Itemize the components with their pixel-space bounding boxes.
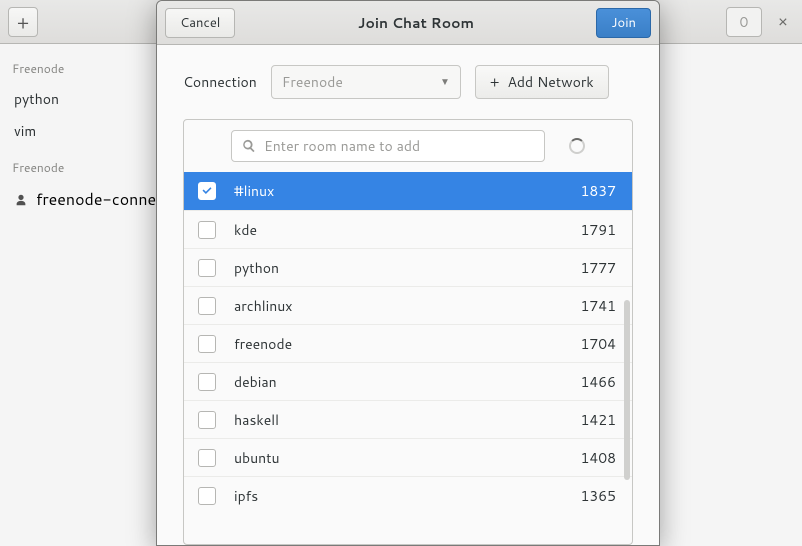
search-box[interactable] <box>231 130 545 162</box>
plus-icon: + <box>490 72 500 92</box>
room-row[interactable]: python 1777 <box>184 248 632 286</box>
room-name: ubuntu <box>234 448 562 468</box>
connection-row: Connection Freenode ▼ + Add Network <box>183 65 633 99</box>
dialog-header: Cancel Join Chat Room Join <box>157 1 659 45</box>
checkbox[interactable] <box>198 182 216 200</box>
room-row[interactable]: #linux 1837 <box>184 172 632 210</box>
room-name: kde <box>234 220 562 240</box>
checkbox[interactable] <box>198 259 216 277</box>
cancel-button[interactable]: Cancel <box>165 8 235 38</box>
room-name: python <box>234 258 562 278</box>
search-row <box>184 120 632 172</box>
checkbox[interactable] <box>198 221 216 239</box>
scrollbar-thumb[interactable] <box>624 300 630 480</box>
room-list-frame: #linux 1837 kde 1791 python 1777 archlinux 1741… <box>183 119 633 545</box>
close-button[interactable]: × <box>772 11 794 33</box>
room-count: 1365 <box>580 486 616 506</box>
room-row[interactable]: freenode 1704 <box>184 324 632 362</box>
add-button[interactable]: + <box>8 7 38 37</box>
add-network-button[interactable]: + Add Network <box>475 65 609 99</box>
room-row[interactable]: ubuntu 1408 <box>184 438 632 476</box>
dialog-title: Join Chat Room <box>235 13 596 33</box>
room-row[interactable]: archlinux 1741 <box>184 286 632 324</box>
room-row[interactable]: kde 1791 <box>184 210 632 248</box>
room-list[interactable]: #linux 1837 kde 1791 python 1777 archlinux 1741… <box>184 172 632 544</box>
checkbox[interactable] <box>198 487 216 505</box>
connection-value: Freenode <box>282 72 343 92</box>
room-name: ipfs <box>234 486 562 506</box>
room-count: 1741 <box>580 296 616 316</box>
room-count: 1408 <box>580 448 616 468</box>
chevron-down-icon: ▼ <box>440 75 450 89</box>
room-name: archlinux <box>234 296 562 316</box>
room-count: 1837 <box>580 181 616 201</box>
room-count: 1466 <box>580 372 616 392</box>
checkbox[interactable] <box>198 411 216 429</box>
room-name: debian <box>234 372 562 392</box>
room-name: freenode <box>234 334 562 354</box>
loading-spinner-icon <box>569 138 585 154</box>
room-count: 1704 <box>580 334 616 354</box>
add-network-label: Add Network <box>507 72 593 92</box>
search-input[interactable] <box>264 136 534 156</box>
room-row[interactable]: haskell 1421 <box>184 400 632 438</box>
search-icon <box>242 139 256 153</box>
checkbox[interactable] <box>198 373 216 391</box>
checkbox[interactable] <box>198 449 216 467</box>
room-row[interactable]: ipfs 1365 <box>184 476 632 514</box>
room-name: #linux <box>234 181 562 201</box>
room-name: haskell <box>234 410 562 430</box>
join-button[interactable]: Join <box>596 8 651 38</box>
checkbox[interactable] <box>198 335 216 353</box>
room-count: 1777 <box>580 258 616 278</box>
join-chat-dialog: Cancel Join Chat Room Join Connection Fr… <box>156 0 660 546</box>
connection-dropdown[interactable]: Freenode ▼ <box>271 65 461 99</box>
connection-label: Connection <box>183 72 257 92</box>
checkbox[interactable] <box>198 297 216 315</box>
room-count: 1421 <box>580 410 616 430</box>
notification-count[interactable]: 0 <box>726 7 762 37</box>
room-row[interactable]: debian 1466 <box>184 362 632 400</box>
room-count: 1791 <box>580 220 616 240</box>
